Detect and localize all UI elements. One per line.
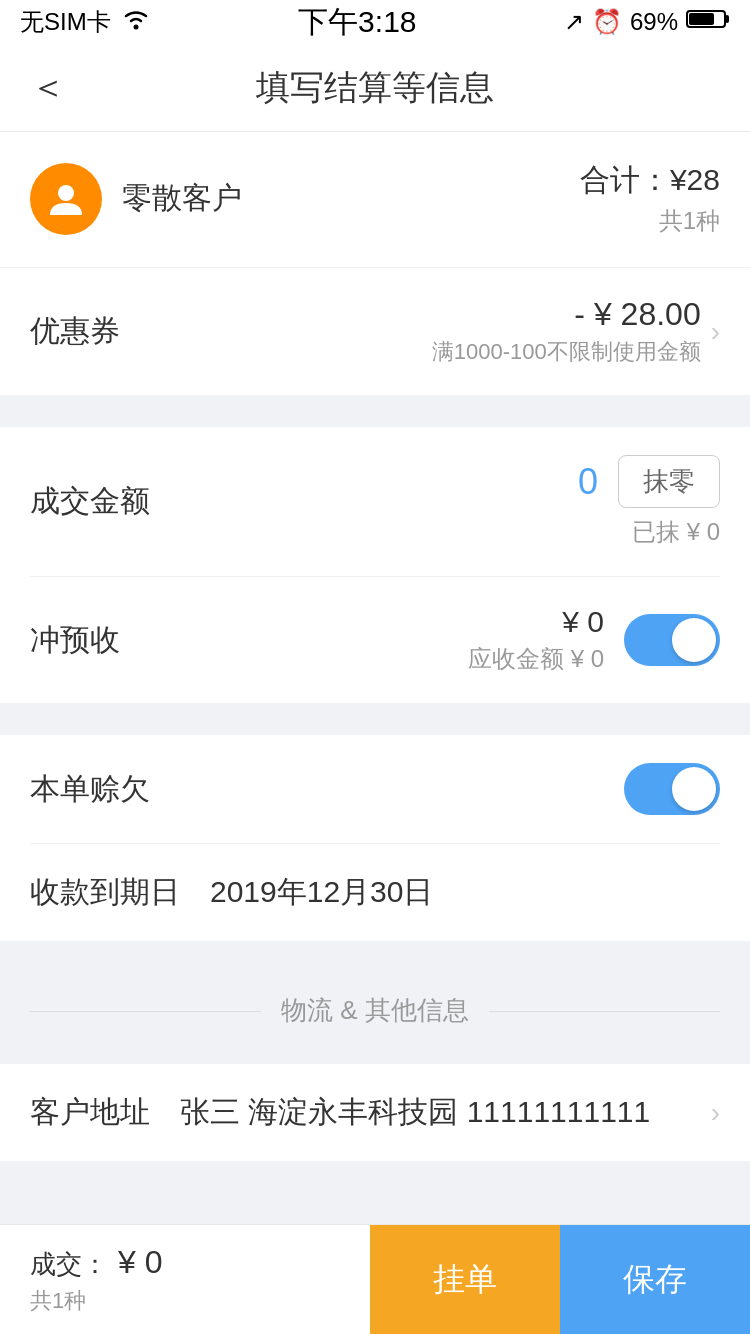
transaction-label: 成交金额 <box>30 481 150 522</box>
form-section: 成交金额 0 抹零 已抹 ¥ 0 冲预收 ¥ 0 应收金额 ¥ 0 <box>0 427 750 703</box>
battery-text: 69% <box>630 8 678 36</box>
logistics-divider: 物流 & 其他信息 <box>0 973 750 1048</box>
due-date-label: 收款到期日 <box>30 872 180 913</box>
svg-point-4 <box>58 185 74 201</box>
save-button[interactable]: 保存 <box>560 1225 750 1335</box>
status-right: ↗ ⏰ 69% <box>564 8 730 36</box>
page-title: 填写结算等信息 <box>256 65 494 111</box>
section-divider-1 <box>0 411 750 427</box>
nav-bar: ＜ 填写结算等信息 <box>0 44 750 132</box>
status-left: 无SIM卡 <box>20 6 151 38</box>
bottom-summary-label: 成交： <box>30 1247 108 1282</box>
transaction-sub-info: 已抹 ¥ 0 <box>632 516 720 548</box>
address-value: 张三 海淀永丰科技园 11111111111 <box>180 1092 711 1133</box>
customer-section: 零散客户 合计：¥28 共1种 优惠券 - ¥ 28.00 满1000-100不… <box>0 132 750 395</box>
chevron-right-icon: › <box>711 316 720 348</box>
round-zero-button[interactable]: 抹零 <box>618 455 720 508</box>
svg-point-0 <box>133 25 138 30</box>
status-bar: 无SIM卡 下午3:18 ↗ ⏰ 69% <box>0 0 750 44</box>
address-label: 客户地址 <box>30 1092 150 1133</box>
prepayment-sub: 应收金额 ¥ 0 <box>468 643 604 675</box>
prepayment-amount: ¥ 0 <box>468 605 604 639</box>
hang-single-label: 挂单 <box>433 1258 497 1302</box>
svg-rect-2 <box>725 15 729 23</box>
prepayment-row: 冲预收 ¥ 0 应收金额 ¥ 0 <box>30 577 720 703</box>
coupon-row[interactable]: 优惠券 - ¥ 28.00 满1000-100不限制使用金额 › <box>0 267 750 395</box>
toggle-knob <box>672 618 716 662</box>
customer-total: 合计：¥28 共1种 <box>580 160 720 237</box>
total-count: 共1种 <box>580 205 720 237</box>
bottom-summary-main: 成交： ¥ 0 <box>30 1244 340 1282</box>
credit-row: 本单赊欠 <box>30 735 720 844</box>
wifi-icon <box>121 8 151 36</box>
credit-toggle-knob <box>672 767 716 811</box>
transaction-amount-input[interactable]: 0 <box>558 461 598 503</box>
prepayment-right: ¥ 0 应收金额 ¥ 0 <box>468 605 720 675</box>
coupon-label: 优惠券 <box>30 311 120 352</box>
address-chevron-icon: › <box>711 1097 720 1129</box>
coupon-desc: 满1000-100不限制使用金额 <box>432 337 701 367</box>
hang-single-button[interactable]: 挂单 <box>370 1225 560 1335</box>
save-label: 保存 <box>623 1258 687 1302</box>
bottom-summary-sub: 共1种 <box>30 1286 340 1316</box>
prepayment-toggle[interactable] <box>624 614 720 666</box>
coupon-right: - ¥ 28.00 满1000-100不限制使用金额 › <box>432 296 720 367</box>
credit-label: 本单赊欠 <box>30 769 150 810</box>
customer-avatar <box>30 163 102 235</box>
address-row[interactable]: 客户地址 张三 海淀永丰科技园 11111111111 › <box>30 1064 720 1161</box>
bottom-bar: 成交： ¥ 0 共1种 挂单 保存 <box>0 1224 750 1334</box>
transaction-value-area: 0 抹零 <box>558 455 720 508</box>
coupon-amount: - ¥ 28.00 <box>432 296 701 333</box>
customer-row: 零散客户 合计：¥28 共1种 <box>0 132 750 265</box>
transaction-row: 成交金额 0 抹零 已抹 ¥ 0 <box>30 427 720 577</box>
svg-rect-3 <box>689 13 714 25</box>
prepayment-amount-area: ¥ 0 应收金额 ¥ 0 <box>468 605 604 675</box>
back-button[interactable]: ＜ <box>30 63 66 112</box>
coupon-info: - ¥ 28.00 满1000-100不限制使用金额 <box>432 296 701 367</box>
section-divider-2 <box>0 719 750 735</box>
credit-toggle[interactable] <box>624 763 720 815</box>
due-date-value[interactable]: 2019年12月30日 <box>210 872 433 913</box>
battery-icon <box>686 8 730 36</box>
customer-info: 零散客户 <box>30 163 242 235</box>
logistics-label: 物流 & 其他信息 <box>261 993 489 1028</box>
address-section: 客户地址 张三 海淀永丰科技园 11111111111 › <box>0 1064 750 1161</box>
no-sim-text: 无SIM卡 <box>20 6 111 38</box>
bottom-summary: 成交： ¥ 0 共1种 <box>0 1244 370 1316</box>
section-divider-3 <box>0 957 750 973</box>
status-time: 下午3:18 <box>298 2 416 43</box>
credit-section: 本单赊欠 收款到期日 2019年12月30日 <box>0 735 750 941</box>
prepayment-label: 冲预收 <box>30 620 120 661</box>
customer-name: 零散客户 <box>122 178 242 219</box>
alarm-icon: ⏰ <box>592 8 622 36</box>
bottom-summary-amount: ¥ 0 <box>118 1244 162 1281</box>
due-date-row: 收款到期日 2019年12月30日 <box>30 844 720 941</box>
section-divider-4 <box>0 1048 750 1064</box>
total-amount: 合计：¥28 <box>580 160 720 201</box>
location-icon: ↗ <box>564 8 584 36</box>
